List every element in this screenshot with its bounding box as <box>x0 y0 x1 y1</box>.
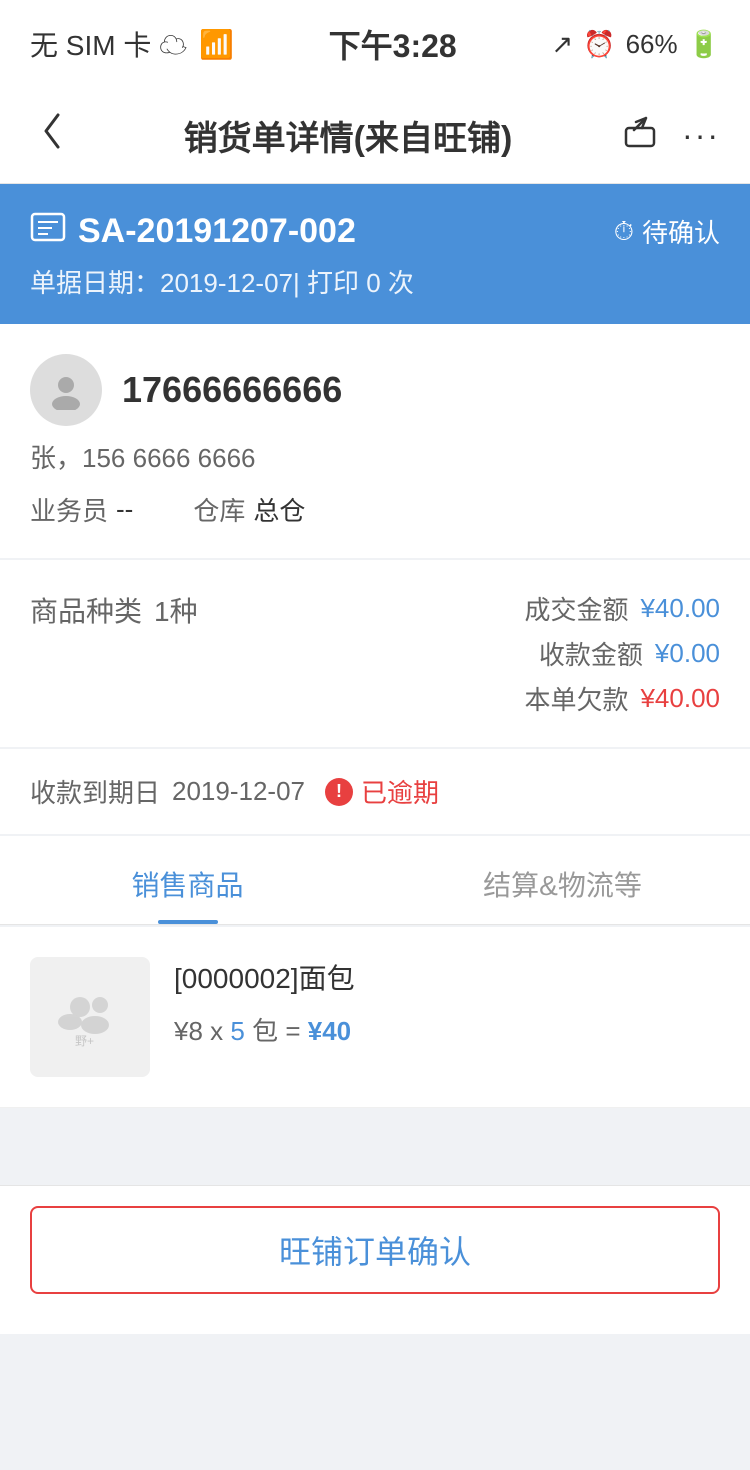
wifi-icon: 📶 <box>199 28 234 61</box>
overdue-icon: ! <box>325 778 353 806</box>
header-date: 单据日期：2019-12-07| 打印 0 次 <box>30 263 720 300</box>
summary-row: 商品种类 1种 成交金额 ¥40.00 收款金额 ¥0.00 本单欠款 ¥40.… <box>30 590 720 717</box>
order-status: ⏱ 待确认 <box>614 213 720 250</box>
confirm-button[interactable]: 旺铺订单确认 <box>30 1206 720 1294</box>
customer-card: 17666666666 张，156 6666 6666 业务员 -- 仓库 总仓 <box>0 324 750 558</box>
battery-label: 66% <box>626 29 678 60</box>
order-id-text: SA-20191207-002 <box>78 212 356 251</box>
status-right: ↗ ⏰ 66% 🔋 <box>551 29 720 60</box>
balance-label: 本单欠款 <box>524 680 628 717</box>
balance-value: ¥40.00 <box>640 683 720 714</box>
unit-price: ¥8 <box>174 1016 203 1046</box>
due-date: 2019-12-07 <box>172 776 305 807</box>
sim-label: 无 SIM 卡 ☁ <box>30 24 187 64</box>
amount-label: 成交金额 <box>524 590 628 627</box>
svg-text:野+: 野+ <box>75 1034 94 1047</box>
summary-card: 商品种类 1种 成交金额 ¥40.00 收款金额 ¥0.00 本单欠款 ¥40.… <box>0 560 750 747</box>
payment-value: ¥0.00 <box>655 638 720 669</box>
warehouse-label: 仓库 <box>193 491 245 528</box>
customer-name: 张，156 6666 6666 <box>30 438 720 475</box>
customer-row: 17666666666 <box>30 354 720 426</box>
product-formula: ¥8 x 5 包 = ¥40 <box>174 1011 720 1048</box>
share-icon[interactable] <box>622 114 658 158</box>
product-type-value: 1种 <box>154 590 198 630</box>
overdue-badge: ! 已逾期 <box>325 773 439 810</box>
amount-value: ¥40.00 <box>640 593 720 624</box>
location-icon: ↗ <box>551 29 573 60</box>
amount-item: 成交金额 ¥40.00 <box>524 590 720 627</box>
nav-bar: 销货单详情(来自旺铺) ··· <box>0 88 750 184</box>
header-top: SA-20191207-002 ⏱ 待确认 <box>30 212 720 251</box>
warehouse-value: 总仓 <box>253 491 305 528</box>
header-card: SA-20191207-002 ⏱ 待确认 单据日期：2019-12-07| 打… <box>0 184 750 324</box>
battery-icon: 🔋 <box>688 29 720 60</box>
nav-actions: ··· <box>622 114 720 158</box>
overdue-text: 已逾期 <box>361 773 439 810</box>
due-date-card: 收款到期日 2019-12-07 ! 已逾期 <box>0 749 750 834</box>
status-left: 无 SIM 卡 ☁ 📶 <box>30 24 234 64</box>
tabs-container: 销售商品 结算&物流等 <box>0 836 750 925</box>
customer-meta: 业务员 -- 仓库 总仓 <box>30 491 720 528</box>
product-total: ¥40 <box>308 1016 351 1046</box>
product-info: [0000002]面包 ¥8 x 5 包 = ¥40 <box>174 957 720 1048</box>
salesperson-item: 业务员 -- <box>30 491 133 528</box>
back-button[interactable] <box>30 101 74 170</box>
product-thumbnail: 野+ <box>30 957 150 1077</box>
customer-avatar <box>30 354 102 426</box>
customer-phone: 17666666666 <box>122 369 342 411</box>
amount-summary: 成交金额 ¥40.00 收款金额 ¥0.00 本单欠款 ¥40.00 <box>524 590 720 717</box>
status-text: 待确认 <box>642 213 720 250</box>
tabs: 销售商品 结算&物流等 <box>0 836 750 925</box>
equals-sign: = <box>285 1016 307 1046</box>
payment-item: 收款金额 ¥0.00 <box>539 635 720 672</box>
multiply-sign: x <box>210 1016 230 1046</box>
alarm-icon: ⏰ <box>583 29 615 60</box>
payment-label: 收款金额 <box>539 635 643 672</box>
product-name: [0000002]面包 <box>174 957 720 997</box>
tab-settlement[interactable]: 结算&物流等 <box>375 836 750 924</box>
due-label: 收款到期日 <box>30 773 160 810</box>
tab-sales-products[interactable]: 销售商品 <box>0 836 375 924</box>
order-id: SA-20191207-002 <box>30 212 356 251</box>
unit-text: 包 <box>252 1016 278 1046</box>
bottom-bar: 旺铺订单确认 <box>0 1185 750 1334</box>
product-qty: 5 <box>230 1016 244 1046</box>
status-time: 下午3:28 <box>329 21 457 67</box>
salesperson-label: 业务员 <box>30 491 108 528</box>
page-title: 销货单详情(来自旺铺) <box>184 111 513 160</box>
clock-icon: ⏱ <box>614 216 634 248</box>
product-type-label: 商品种类 <box>30 590 142 630</box>
product-type: 商品种类 1种 <box>30 590 198 630</box>
balance-item: 本单欠款 ¥40.00 <box>524 680 720 717</box>
more-icon[interactable]: ··· <box>682 117 720 154</box>
product-item: 野+ [0000002]面包 ¥8 x 5 包 = ¥40 <box>0 927 750 1108</box>
status-bar: 无 SIM 卡 ☁ 📶 下午3:28 ↗ ⏰ 66% 🔋 <box>0 0 750 88</box>
salesperson-value: -- <box>116 494 133 525</box>
order-icon <box>30 212 66 251</box>
product-list: 野+ [0000002]面包 ¥8 x 5 包 = ¥40 <box>0 927 750 1108</box>
warehouse-item: 仓库 总仓 <box>193 491 305 528</box>
